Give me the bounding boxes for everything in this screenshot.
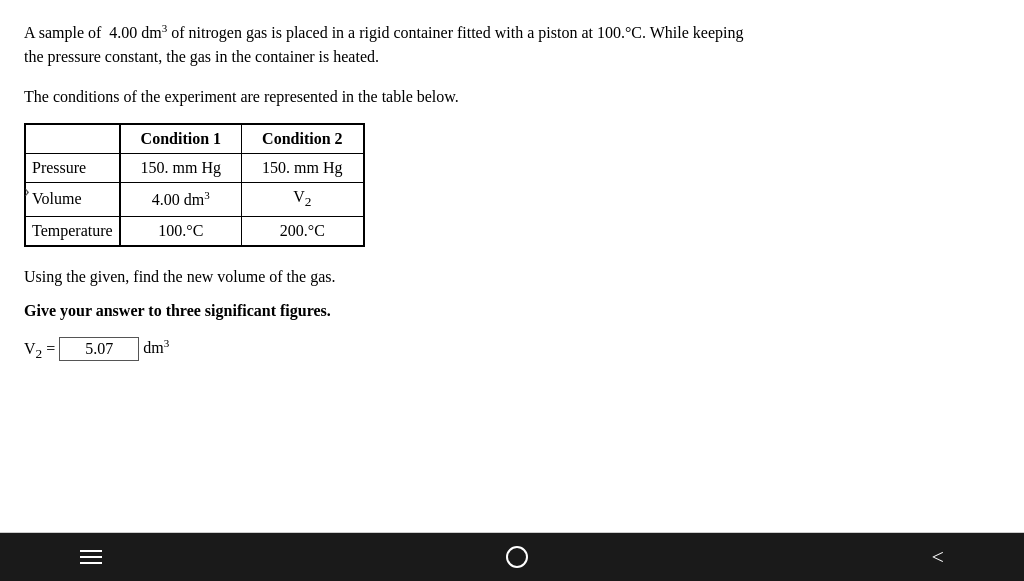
answer-input[interactable] — [59, 337, 139, 361]
navigation-bar: < — [0, 533, 1024, 581]
table-row: Pressure 150. mm Hg 150. mm Hg — [25, 154, 364, 183]
table-row: Temperature 100.°C 200.°C — [25, 216, 364, 246]
volume-condition2: V2 — [242, 183, 364, 216]
pressure-condition1: 150. mm Hg — [120, 154, 242, 183]
answer-unit-label: dm3 — [143, 337, 169, 357]
question-text: Using the given, find the new volume of … — [24, 265, 1000, 289]
temperature-condition1: 100.°C — [120, 216, 242, 246]
volume-condition1: 4.00 dm3 — [120, 183, 242, 216]
intro-paragraph: A sample of 4.00 dm3 of nitrogen gas is … — [24, 20, 1000, 69]
pressure-condition2: 150. mm Hg — [242, 154, 364, 183]
answer-prefix-label: V2 = — [24, 340, 55, 362]
nav-menu-button[interactable] — [80, 550, 102, 564]
nav-home-button[interactable] — [506, 546, 528, 568]
temperature-condition2: 200.°C — [242, 216, 364, 246]
table-header-condition2: Condition 2 — [242, 124, 364, 154]
instruction-text: Give your answer to three significant fi… — [24, 299, 1000, 323]
nav-line-2 — [80, 556, 102, 558]
answer-row: V2 = dm3 — [24, 337, 1000, 362]
nav-back-button[interactable]: < — [932, 544, 944, 570]
row-label-temperature: Temperature — [25, 216, 120, 246]
row-label-pressure: Pressure — [25, 154, 120, 183]
conditions-table-wrapper: Condition 1 Condition 2 Pressure 150. mm… — [24, 123, 1000, 246]
table-header-condition1: Condition 1 — [120, 124, 242, 154]
row-label-volume: Volume — [25, 183, 120, 216]
table-header-empty — [25, 124, 120, 154]
nav-line-3 — [80, 562, 102, 564]
table-row: Volume 4.00 dm3 V2 — [25, 183, 364, 216]
nav-line-1 — [80, 550, 102, 552]
side-arrow-indicator: › — [24, 180, 30, 201]
conditions-table: Condition 1 Condition 2 Pressure 150. mm… — [24, 123, 365, 246]
conditions-intro-text: The conditions of the experiment are rep… — [24, 85, 1000, 109]
